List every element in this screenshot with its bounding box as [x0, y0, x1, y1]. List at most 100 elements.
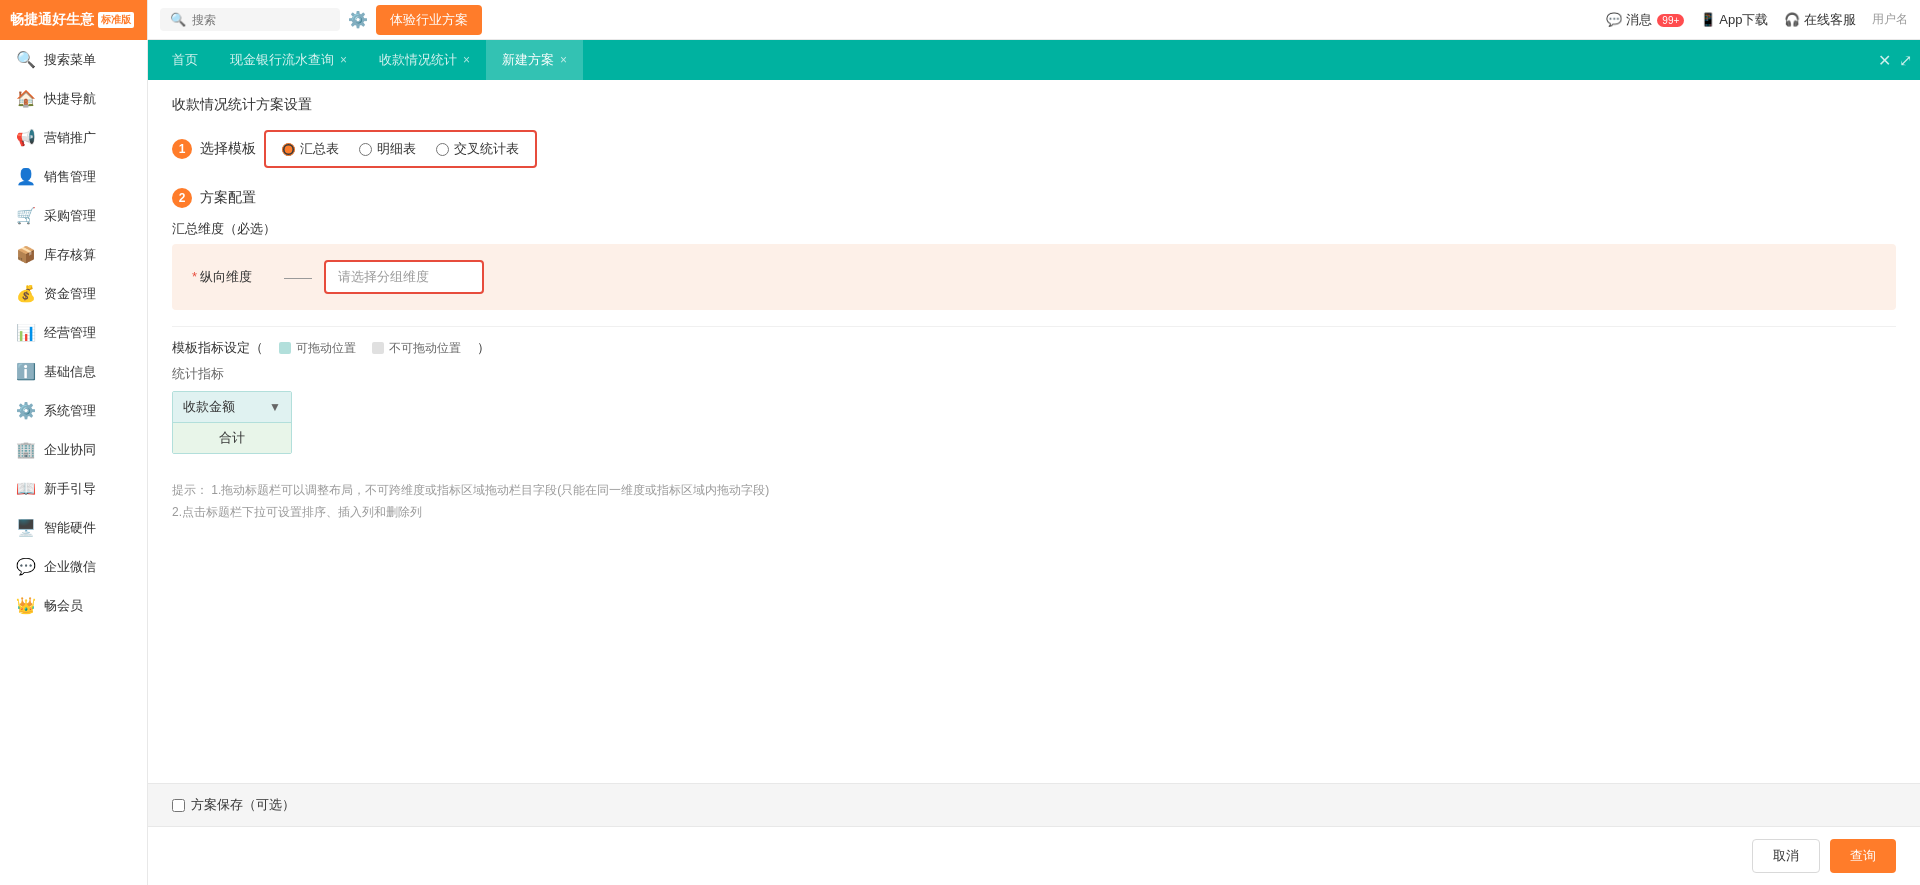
search-input[interactable] — [192, 13, 322, 27]
step2-header: 2 方案配置 — [172, 188, 1896, 208]
metrics-table: 收款金额 ▼ 合计 — [172, 391, 292, 454]
sidebar-item-quicknav[interactable]: 🏠 快捷导航 — [0, 79, 147, 118]
metrics-setting-label: 模板指标设定（ — [172, 339, 263, 357]
legend-fixed: 不可拖动位置 — [372, 340, 461, 357]
sidebar-item-label: 快捷导航 — [44, 90, 96, 108]
hint-2: 2.点击标题栏下拉可设置排序、插入列和删除列 — [172, 502, 1896, 524]
dimension-row: 纵向维度 —— 请选择分组维度 — [192, 260, 1876, 294]
wechat-icon: 💬 — [16, 557, 36, 576]
sidebar-item-enterprise[interactable]: 🏢 企业协同 — [0, 430, 147, 469]
sidebar-item-label: 库存核算 — [44, 246, 96, 264]
maximize-icon[interactable]: ⤢ — [1899, 51, 1912, 70]
radio-cross-input[interactable] — [436, 143, 449, 156]
tab-home[interactable]: 首页 — [156, 40, 214, 80]
search-icon: 🔍 — [170, 12, 186, 27]
template-selector: 汇总表 明细表 交叉统计表 — [264, 130, 537, 168]
info-icon: ℹ️ — [16, 362, 36, 381]
tab-close-new-plan[interactable]: × — [560, 53, 567, 67]
step1-section: 1 选择模板 汇总表 明细表 交叉统计表 — [172, 130, 1896, 168]
dropdown-icon[interactable]: ▼ — [269, 400, 281, 414]
query-button[interactable]: 查询 — [1830, 839, 1896, 873]
save-checkbox[interactable] — [172, 799, 185, 812]
sidebar-item-label: 基础信息 — [44, 363, 96, 381]
sidebar-item-search[interactable]: 🔍 搜索菜单 — [0, 40, 147, 79]
radio-cross[interactable]: 交叉统计表 — [436, 140, 519, 158]
save-label: 方案保存（可选） — [191, 796, 295, 814]
download-item[interactable]: 📱 App下载 — [1700, 11, 1768, 29]
sidebar-item-label: 销售管理 — [44, 168, 96, 186]
radio-detail-input[interactable] — [359, 143, 372, 156]
divider — [172, 326, 1896, 327]
sidebar-logo: 畅捷通好生意 标准版 — [0, 0, 147, 40]
top-bar-right: 💬 消息 99+ 📱 App下载 🎧 在线客服 用户名 — [1606, 11, 1908, 29]
page-content: 收款情况统计方案设置 1 选择模板 汇总表 明细表 — [148, 80, 1920, 783]
hardware-icon: 🖥️ — [16, 518, 36, 537]
legend-draggable: 可拖动位置 — [279, 340, 356, 357]
tab-cash-bank[interactable]: 现金银行流水查询 × — [214, 40, 363, 80]
sidebar-item-label: 新手引导 — [44, 480, 96, 498]
app-badge: 标准版 — [98, 12, 134, 28]
fixed-dot — [372, 342, 384, 354]
step2-section: 2 方案配置 汇总维度（必选） 纵向维度 —— 请选择分组维度 — [172, 188, 1896, 533]
sidebar-item-inventory[interactable]: 📦 库存核算 — [0, 235, 147, 274]
step2-badge: 2 — [172, 188, 192, 208]
cancel-button[interactable]: 取消 — [1752, 839, 1820, 873]
trial-button[interactable]: 体验行业方案 — [376, 5, 482, 35]
sidebar-item-wechat[interactable]: 💬 企业微信 — [0, 547, 147, 586]
close-window-icon[interactable]: ✕ — [1878, 51, 1891, 70]
marketing-icon: 📢 — [16, 128, 36, 147]
app-name: 畅捷通好生意 — [10, 11, 94, 29]
draggable-dot — [279, 342, 291, 354]
message-item[interactable]: 💬 消息 99+ — [1606, 11, 1684, 29]
search-icon: 🔍 — [16, 50, 36, 69]
metrics-total-cell: 合计 — [173, 423, 291, 453]
sidebar-item-label: 营销推广 — [44, 129, 96, 147]
support-item[interactable]: 🎧 在线客服 — [1784, 11, 1856, 29]
tab-close-cash-bank[interactable]: × — [340, 53, 347, 67]
sidebar-item-operations[interactable]: 📊 经营管理 — [0, 313, 147, 352]
sidebar-item-finance[interactable]: 💰 资金管理 — [0, 274, 147, 313]
radio-summary-input[interactable] — [282, 143, 295, 156]
dimension-area: 纵向维度 —— 请选择分组维度 — [172, 244, 1896, 310]
guide-icon: 📖 — [16, 479, 36, 498]
sidebar-item-label: 系统管理 — [44, 402, 96, 420]
search-box[interactable]: 🔍 — [160, 8, 340, 31]
metrics-legend: 模板指标设定（ 可拖动位置 不可拖动位置 ） — [172, 339, 1896, 357]
dimension-select[interactable]: 请选择分组维度 — [324, 260, 484, 294]
message-badge: 99+ — [1657, 14, 1684, 27]
sidebar-item-guide[interactable]: 📖 新手引导 — [0, 469, 147, 508]
radio-detail[interactable]: 明细表 — [359, 140, 416, 158]
footer-bar: 取消 查询 — [148, 826, 1920, 885]
sidebar-item-basic-info[interactable]: ℹ️ 基础信息 — [0, 352, 147, 391]
dimension-section-label: 汇总维度（必选） — [172, 220, 1896, 238]
sidebar-item-label: 企业微信 — [44, 558, 96, 576]
step1-badge: 1 — [172, 139, 192, 159]
top-bar: 🔍 ⚙️ 体验行业方案 💬 消息 99+ 📱 App下载 🎧 在线客服 用户名 — [148, 0, 1920, 40]
sidebar-item-hardware[interactable]: 🖥️ 智能硬件 — [0, 508, 147, 547]
step1-title: 选择模板 — [200, 140, 256, 158]
tab-close-receipts[interactable]: × — [463, 53, 470, 67]
tab-new-plan[interactable]: 新建方案 × — [486, 40, 583, 80]
sidebar-item-system[interactable]: ⚙️ 系统管理 — [0, 391, 147, 430]
radio-summary[interactable]: 汇总表 — [282, 140, 339, 158]
sidebar-item-sales[interactable]: 👤 销售管理 — [0, 157, 147, 196]
sidebar-item-label: 畅会员 — [44, 597, 83, 615]
sidebar-item-label: 资金管理 — [44, 285, 96, 303]
tab-receipts[interactable]: 收款情况统计 × — [363, 40, 486, 80]
settings-icon[interactable]: ⚙️ — [348, 10, 368, 29]
tab-actions: ✕ ⤢ — [1878, 51, 1912, 70]
sidebar-item-marketing[interactable]: 📢 营销推广 — [0, 118, 147, 157]
sidebar-item-purchase[interactable]: 🛒 采购管理 — [0, 196, 147, 235]
sidebar-item-label: 搜索菜单 — [44, 51, 96, 69]
sidebar-item-label: 企业协同 — [44, 441, 96, 459]
sidebar-item-member[interactable]: 👑 畅会员 — [0, 586, 147, 625]
sidebar-item-label: 经营管理 — [44, 324, 96, 342]
sidebar-item-label: 智能硬件 — [44, 519, 96, 537]
step1-header: 1 选择模板 汇总表 明细表 交叉统计表 — [172, 130, 1896, 168]
main-area: 🔍 ⚙️ 体验行业方案 💬 消息 99+ 📱 App下载 🎧 在线客服 用户名 … — [148, 0, 1920, 885]
home-icon: 🏠 — [16, 89, 36, 108]
tab-bar: 首页 现金银行流水查询 × 收款情况统计 × 新建方案 × ✕ ⤢ — [148, 40, 1920, 80]
sidebar: 畅捷通好生意 标准版 🔍 搜索菜单 🏠 快捷导航 📢 营销推广 👤 销售管理 🛒… — [0, 0, 148, 885]
metrics-header[interactable]: 收款金额 ▼ — [173, 392, 291, 423]
operations-icon: 📊 — [16, 323, 36, 342]
